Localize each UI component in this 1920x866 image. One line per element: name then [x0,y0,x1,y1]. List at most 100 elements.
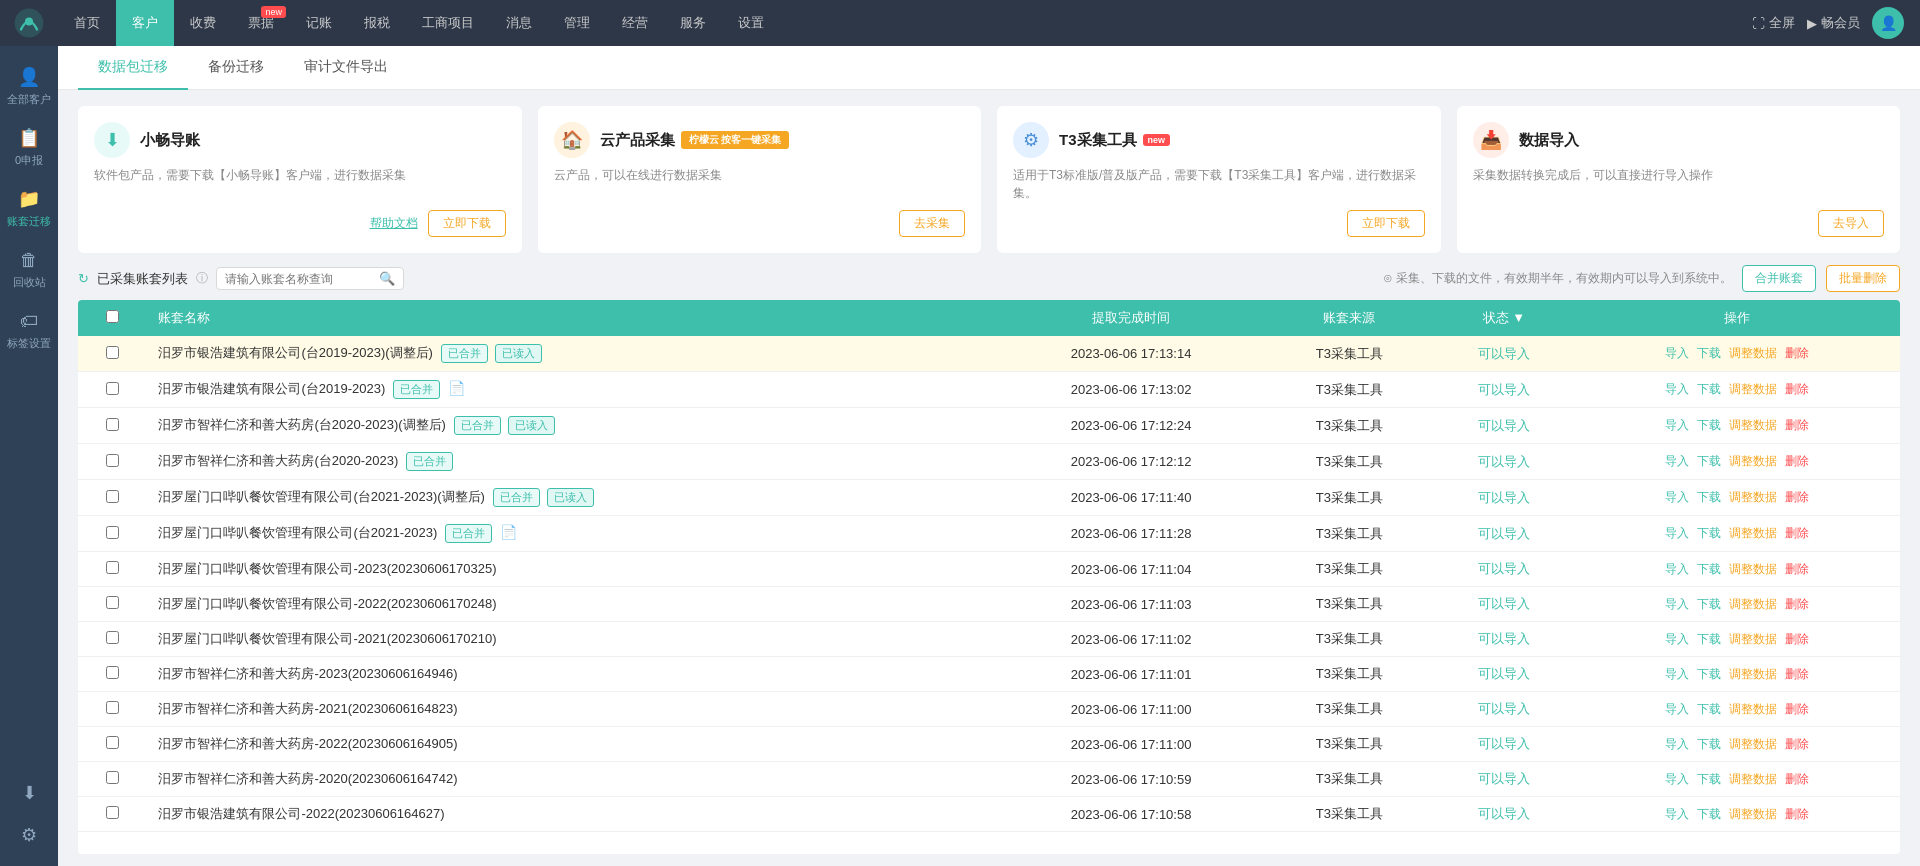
op-导入[interactable]: 导入 [1665,346,1689,360]
col-header-1[interactable]: 账套名称 [146,300,997,336]
nav-item-票据[interactable]: 票据new [232,0,290,46]
sidebar-item-全部客户[interactable]: 👤全部客户 [0,56,58,117]
row-checkbox[interactable] [106,346,119,359]
op-调整数据[interactable]: 调整数据 [1729,737,1777,751]
tab-备份迁移[interactable]: 备份迁移 [188,46,284,90]
op-调整数据[interactable]: 调整数据 [1729,597,1777,611]
card-link[interactable]: 帮助文档 [370,215,418,232]
op-导入[interactable]: 导入 [1665,632,1689,646]
nav-item-报税[interactable]: 报税 [348,0,406,46]
app-logo[interactable] [0,0,58,46]
merge-btn[interactable]: 合并账套 [1742,265,1816,292]
op-调整数据[interactable]: 调整数据 [1729,667,1777,681]
card-btn[interactable]: 立即下载 [428,210,506,237]
batch-delete-btn[interactable]: 批量删除 [1826,265,1900,292]
op-调整数据[interactable]: 调整数据 [1729,807,1777,821]
row-checkbox[interactable] [106,418,119,431]
row-checkbox[interactable] [106,454,119,467]
op-导入[interactable]: 导入 [1665,807,1689,821]
op-调整数据[interactable]: 调整数据 [1729,454,1777,468]
row-checkbox[interactable] [106,701,119,714]
op-导入[interactable]: 导入 [1665,667,1689,681]
select-all-checkbox[interactable] [106,310,119,323]
nav-item-设置[interactable]: 设置 [722,0,780,46]
op-调整数据[interactable]: 调整数据 [1729,632,1777,646]
op-导入[interactable]: 导入 [1665,562,1689,576]
sidebar-item-0申报[interactable]: 📋0申报 [0,117,58,178]
op-下载[interactable]: 下载 [1697,454,1721,468]
col-header-3[interactable]: 账套来源 [1265,300,1434,336]
op-导入[interactable]: 导入 [1665,772,1689,786]
nav-item-首页[interactable]: 首页 [58,0,116,46]
nav-item-管理[interactable]: 管理 [548,0,606,46]
op-删除[interactable]: 删除 [1785,597,1809,611]
user-avatar[interactable]: 👤 [1872,7,1904,39]
op-删除[interactable]: 删除 [1785,454,1809,468]
op-下载[interactable]: 下载 [1697,418,1721,432]
row-checkbox[interactable] [106,806,119,819]
op-下载[interactable]: 下载 [1697,702,1721,716]
op-删除[interactable]: 删除 [1785,526,1809,540]
op-导入[interactable]: 导入 [1665,418,1689,432]
op-删除[interactable]: 删除 [1785,382,1809,396]
account-icon[interactable]: 📄 [448,380,465,396]
op-下载[interactable]: 下载 [1697,737,1721,751]
op-删除[interactable]: 删除 [1785,702,1809,716]
op-调整数据[interactable]: 调整数据 [1729,382,1777,396]
row-checkbox[interactable] [106,490,119,503]
op-下载[interactable]: 下载 [1697,526,1721,540]
row-checkbox[interactable] [106,631,119,644]
op-删除[interactable]: 删除 [1785,418,1809,432]
op-调整数据[interactable]: 调整数据 [1729,346,1777,360]
op-删除[interactable]: 删除 [1785,807,1809,821]
op-导入[interactable]: 导入 [1665,702,1689,716]
op-下载[interactable]: 下载 [1697,807,1721,821]
row-checkbox[interactable] [106,771,119,784]
op-下载[interactable]: 下载 [1697,632,1721,646]
nav-item-记账[interactable]: 记账 [290,0,348,46]
op-下载[interactable]: 下载 [1697,346,1721,360]
nav-item-消息[interactable]: 消息 [490,0,548,46]
op-导入[interactable]: 导入 [1665,490,1689,504]
row-checkbox[interactable] [106,736,119,749]
op-调整数据[interactable]: 调整数据 [1729,702,1777,716]
op-导入[interactable]: 导入 [1665,454,1689,468]
op-删除[interactable]: 删除 [1785,667,1809,681]
op-删除[interactable]: 删除 [1785,737,1809,751]
help-icon[interactable]: ⓘ [196,270,208,287]
nav-item-工商项目[interactable]: 工商项目 [406,0,490,46]
account-icon[interactable]: 📄 [500,524,517,540]
tab-审计文件导出[interactable]: 审计文件导出 [284,46,408,90]
op-下载[interactable]: 下载 [1697,667,1721,681]
search-icon[interactable]: 🔍 [379,271,395,286]
sidebar-bottom-item[interactable]: ⚙ [0,814,58,856]
fullscreen-button[interactable]: ⛶ 全屏 [1752,14,1795,32]
sidebar-item-账套迁移[interactable]: 📁账套迁移 [0,178,58,239]
col-header-2[interactable]: 提取完成时间 [997,300,1265,336]
search-input[interactable] [225,272,375,286]
row-checkbox[interactable] [106,596,119,609]
op-调整数据[interactable]: 调整数据 [1729,418,1777,432]
op-删除[interactable]: 删除 [1785,632,1809,646]
sidebar-item-标签设置[interactable]: 🏷标签设置 [0,300,58,361]
op-调整数据[interactable]: 调整数据 [1729,562,1777,576]
op-导入[interactable]: 导入 [1665,737,1689,751]
card-btn[interactable]: 去导入 [1818,210,1884,237]
op-导入[interactable]: 导入 [1665,597,1689,611]
row-checkbox[interactable] [106,526,119,539]
op-下载[interactable]: 下载 [1697,772,1721,786]
member-button[interactable]: ▶ 畅会员 [1807,14,1860,32]
op-导入[interactable]: 导入 [1665,526,1689,540]
col-header-5[interactable]: 操作 [1574,300,1900,336]
op-删除[interactable]: 删除 [1785,490,1809,504]
op-调整数据[interactable]: 调整数据 [1729,490,1777,504]
sidebar-item-回收站[interactable]: 🗑回收站 [0,239,58,300]
op-删除[interactable]: 删除 [1785,772,1809,786]
op-删除[interactable]: 删除 [1785,562,1809,576]
refresh-icon[interactable]: ↻ [78,271,89,286]
op-下载[interactable]: 下载 [1697,490,1721,504]
nav-item-收费[interactable]: 收费 [174,0,232,46]
op-删除[interactable]: 删除 [1785,346,1809,360]
op-下载[interactable]: 下载 [1697,562,1721,576]
sidebar-bottom-item[interactable]: ⬇ [0,772,58,814]
